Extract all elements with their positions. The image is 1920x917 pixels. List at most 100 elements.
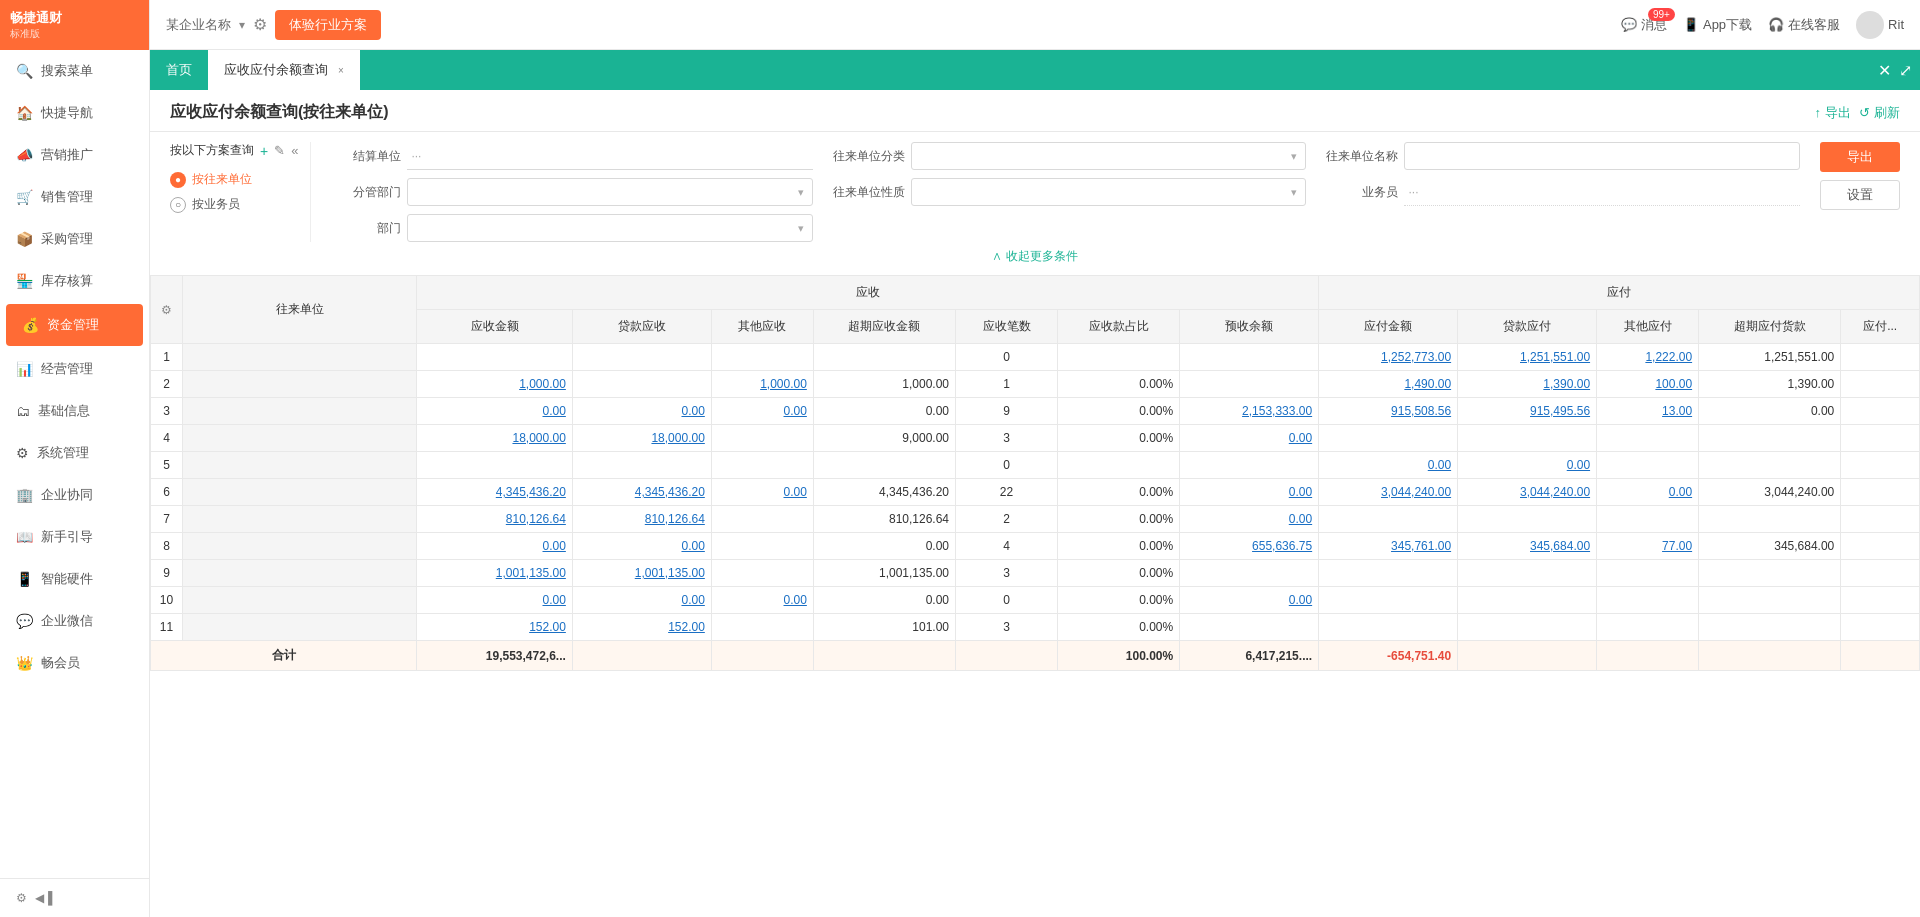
cell-counterparty — [183, 371, 417, 398]
cell-payable-amount — [1319, 614, 1458, 641]
filter-row-2: 分管部门 ▾ 往来单位性质 ▾ — [331, 178, 1800, 206]
select-division[interactable]: ▾ — [407, 178, 813, 206]
cell-ratio: 0.00% — [1058, 560, 1180, 587]
sidebar-label-sales: 销售管理 — [41, 188, 93, 206]
user-profile[interactable]: Rit — [1856, 11, 1904, 39]
sidebar-item-guide[interactable]: 📖新手引导 — [0, 516, 149, 558]
edit-scheme-btn[interactable]: ✎ — [274, 143, 285, 158]
sidebar-item-inventory[interactable]: 🏪库存核算 — [0, 260, 149, 302]
query-btn[interactable]: 导出 — [1820, 142, 1900, 172]
th-overdue-payable: 超期应付货款 — [1699, 310, 1841, 344]
sidebar-item-purchase[interactable]: 📦采购管理 — [0, 218, 149, 260]
window-expand-btn[interactable]: ⤢ — [1899, 61, 1912, 80]
label-unit-category: 往来单位分类 — [825, 148, 905, 165]
cell-overdue-payable: 1,390.00 — [1699, 371, 1841, 398]
cell-prepayment: 0.00 — [1180, 425, 1319, 452]
cell-overdue-receivable: 1,000.00 — [813, 371, 955, 398]
dropdown-arrow-icon[interactable]: ▾ — [239, 18, 245, 32]
th-counterparty: 往来单位 — [183, 276, 417, 344]
setting-btn[interactable]: 设置 — [1820, 180, 1900, 210]
cell-overdue-receivable — [813, 452, 955, 479]
cell-prepayment — [1180, 560, 1319, 587]
collapse-scheme-btn[interactable]: « — [291, 143, 298, 158]
cell-loan-payable: 915,495.56 — [1458, 398, 1597, 425]
select-department[interactable]: ▾ — [407, 214, 813, 242]
refresh-btn[interactable]: ↺ 刷新 — [1859, 104, 1900, 122]
sidebar-item-operation[interactable]: 📊经营管理 — [0, 348, 149, 390]
select-unit-category[interactable]: ▾ — [911, 142, 1307, 170]
collapse-sidebar-icon[interactable]: ◀▐ — [35, 891, 53, 905]
tab-home-label: 首页 — [166, 61, 192, 79]
tab-home[interactable]: 首页 — [150, 50, 208, 90]
settings-bottom-icon[interactable]: ⚙ — [16, 891, 27, 905]
app-download-item[interactable]: 📱 App下载 — [1683, 16, 1752, 34]
search-icon: 🔍 — [16, 63, 33, 79]
filter-main-row: 按以下方案查询 + ✎ « ● 按往来单位 ○ 按业务员 — [170, 142, 1900, 242]
sidebar-item-basic[interactable]: 🗂基础信息 — [0, 390, 149, 432]
online-service-item[interactable]: 🎧 在线客服 — [1768, 16, 1840, 34]
cell-receivable-amount — [417, 452, 573, 479]
sidebar-item-sales[interactable]: 🛒销售管理 — [0, 176, 149, 218]
sidebar-item-finance[interactable]: 💰资金管理 — [6, 304, 143, 346]
tab-current-label: 应收应付余额查询 — [224, 61, 328, 79]
total-overdue-payable — [1699, 641, 1841, 671]
sidebar-item-search[interactable]: 🔍搜索菜单 — [0, 50, 149, 92]
collapse-more-btn[interactable]: ∧ 收起更多条件 — [992, 249, 1077, 263]
total-prepayment: 6,417,215.... — [1180, 641, 1319, 671]
cell-receivable-amount: 0.00 — [417, 587, 573, 614]
scheme-header: 按以下方案查询 + ✎ « — [170, 142, 298, 159]
scheme-item-2[interactable]: ○ 按业务员 — [170, 192, 298, 217]
trial-btn[interactable]: 体验行业方案 — [275, 10, 381, 40]
scheme-active-dot: ● — [170, 172, 186, 188]
cell-loan-payable — [1458, 560, 1597, 587]
sidebar-label-marketing: 营销推广 — [41, 146, 93, 164]
app-container: 畅捷通财 标准版 🔍搜索菜单🏠快捷导航📣营销推广🛒销售管理📦采购管理🏪库存核算💰… — [0, 0, 1920, 917]
sidebar-item-marketing[interactable]: 📣营销推广 — [0, 134, 149, 176]
cell-loan-payable: 1,251,551.00 — [1458, 344, 1597, 371]
table-row: 2 1,000.00 1,000.00 1,000.00 1 0.00% 1,4… — [151, 371, 1920, 398]
cell-no: 11 — [151, 614, 183, 641]
th-group-receivable: 应收 — [417, 276, 1319, 310]
cell-ratio: 0.00% — [1058, 533, 1180, 560]
sidebar-item-quick-nav[interactable]: 🏠快捷导航 — [0, 92, 149, 134]
th-prepayment: 预收余额 — [1180, 310, 1319, 344]
cell-prepayment: 2,153,333.00 — [1180, 398, 1319, 425]
sidebar-item-member[interactable]: 👑畅会员 — [0, 642, 149, 684]
select-unit-nature[interactable]: ▾ — [911, 178, 1307, 206]
cell-other-receivable: 1,000.00 — [711, 371, 813, 398]
app-name: 畅捷通财 — [10, 9, 62, 27]
table-row: 9 1,001,135.00 1,001,135.00 1,001,135.00… — [151, 560, 1920, 587]
app-download-icon: 📱 — [1683, 17, 1699, 32]
cell-counterparty — [183, 452, 417, 479]
input-unit-name[interactable] — [1404, 142, 1800, 170]
cell-loan-receivable: 0.00 — [572, 587, 711, 614]
sidebar-item-wechat[interactable]: 💬企业微信 — [0, 600, 149, 642]
tab-current[interactable]: 应收应付余额查询 × — [208, 50, 360, 90]
collapse-bar: ∧ 收起更多条件 — [170, 242, 1900, 265]
window-close-btn[interactable]: ✕ — [1878, 61, 1891, 80]
filter-unit-name: 往来单位名称 — [1318, 142, 1800, 170]
table-settings-icon[interactable]: ⚙ — [161, 303, 172, 317]
export-btn[interactable]: ↑ 导出 — [1815, 104, 1852, 122]
sidebar-item-enterprise[interactable]: 🏢企业协同 — [0, 474, 149, 516]
cell-counterparty — [183, 398, 417, 425]
cell-other-receivable: 0.00 — [711, 398, 813, 425]
message-item[interactable]: 💬 消息 99+ — [1621, 16, 1667, 34]
cell-overdue-receivable: 0.00 — [813, 587, 955, 614]
cell-no: 10 — [151, 587, 183, 614]
input-salesperson[interactable]: ··· — [1404, 178, 1800, 206]
table-row: 5 0 0.00 0.00 — [151, 452, 1920, 479]
cell-count: 0 — [956, 344, 1058, 371]
cell-payable-more — [1841, 371, 1920, 398]
topbar-settings-icon[interactable]: ⚙ — [253, 15, 267, 34]
cell-loan-payable — [1458, 614, 1597, 641]
tab-close-icon[interactable]: × — [338, 65, 344, 76]
label-division: 分管部门 — [331, 184, 401, 201]
scheme-item-1[interactable]: ● 按往来单位 — [170, 167, 298, 192]
top-bar-left: 某企业名称 ▾ ⚙ 体验行业方案 — [166, 10, 381, 40]
sidebar-label-inventory: 库存核算 — [41, 272, 93, 290]
sidebar-item-hardware[interactable]: 📱智能硬件 — [0, 558, 149, 600]
input-jiesuan[interactable]: ··· — [407, 142, 813, 170]
add-scheme-btn[interactable]: + — [260, 143, 268, 159]
sidebar-item-system[interactable]: ⚙系统管理 — [0, 432, 149, 474]
